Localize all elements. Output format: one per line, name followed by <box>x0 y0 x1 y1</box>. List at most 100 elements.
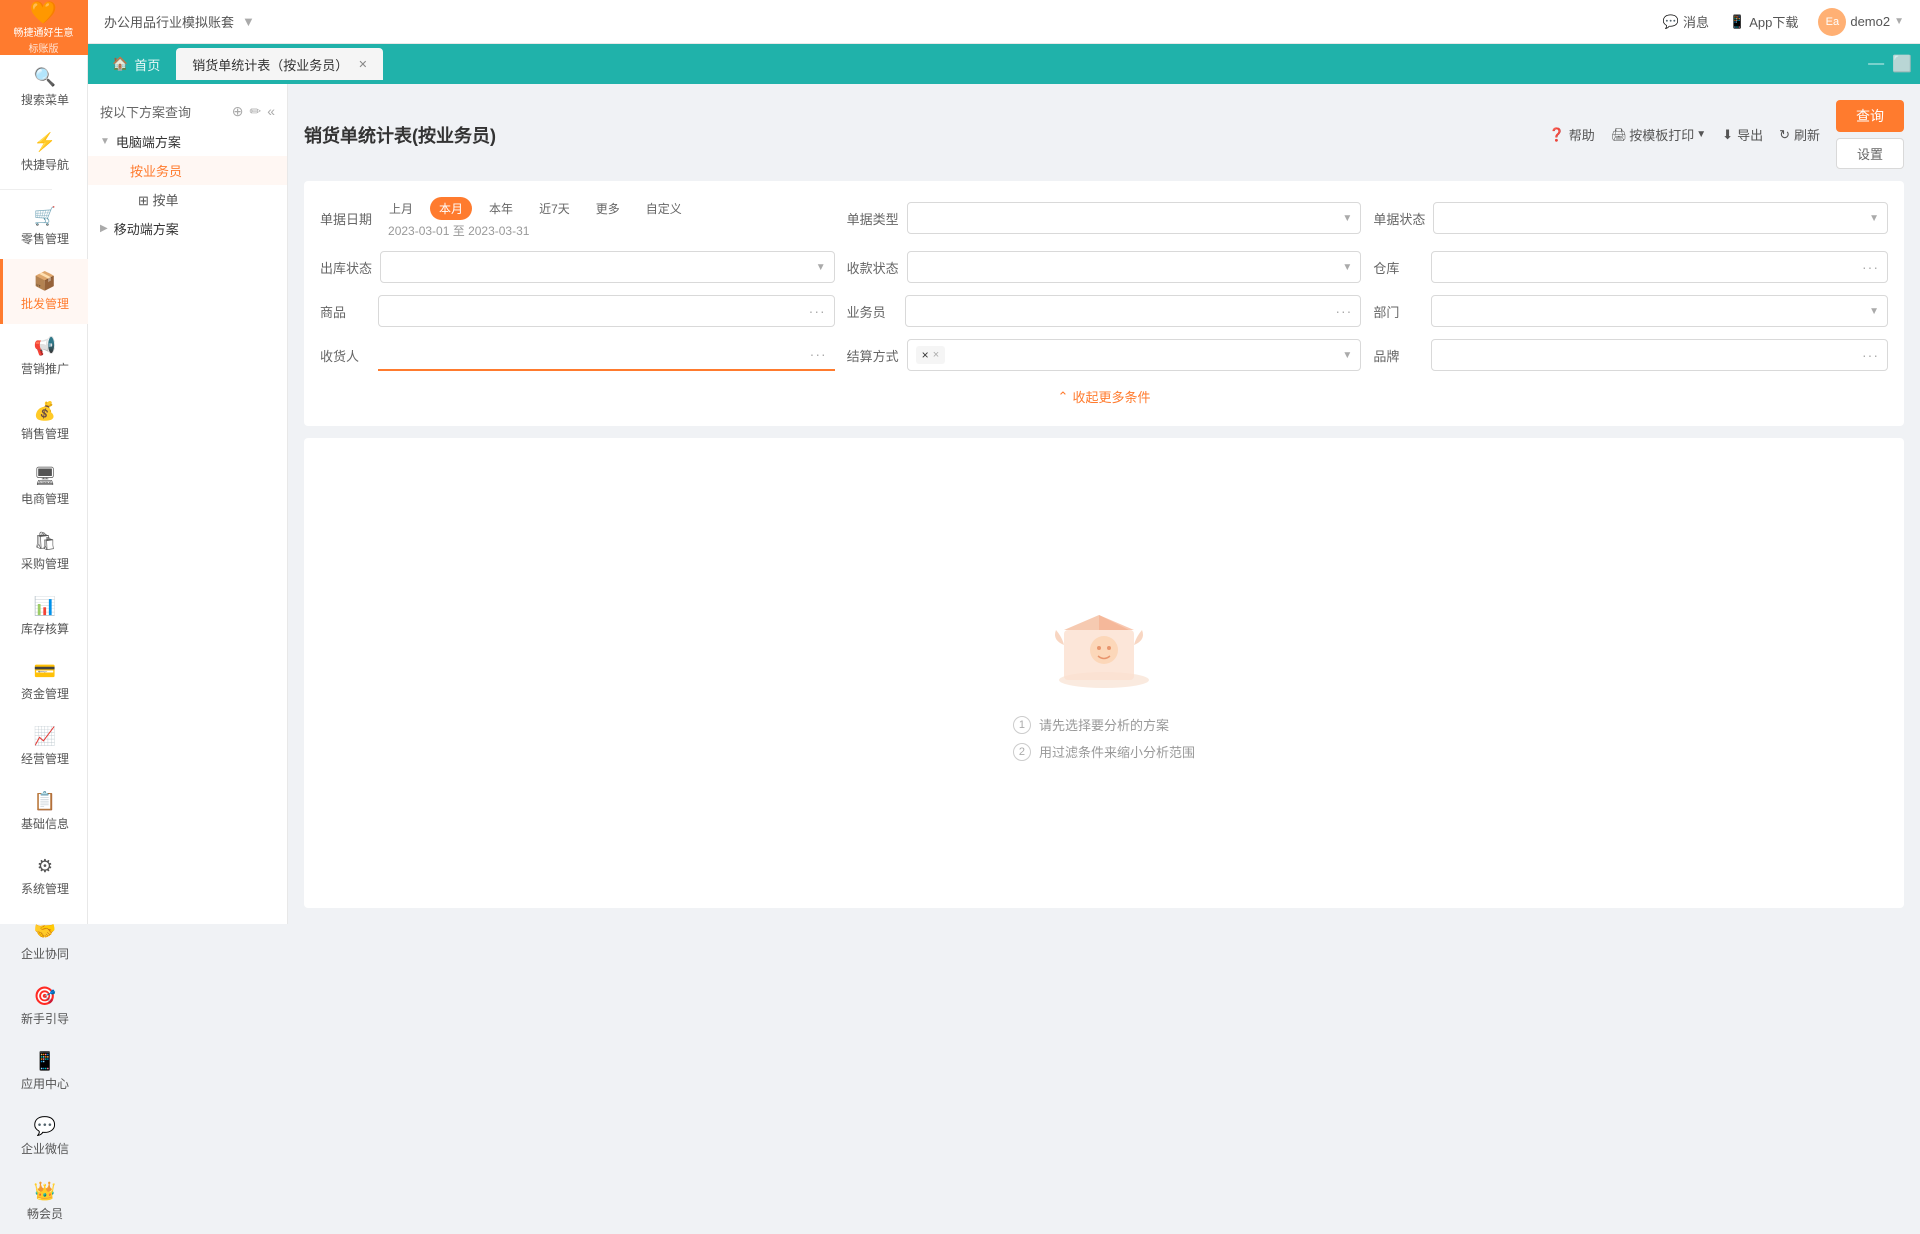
filter-warehouse: 仓库 ··· <box>1373 251 1888 283</box>
out-status-select[interactable]: ▼ <box>380 251 835 283</box>
collapse-button[interactable]: ⌃ 收起更多条件 <box>1054 383 1155 410</box>
by-salesperson-label: 按业务员 <box>130 161 182 180</box>
sidebar-item-search[interactable]: 🔍 搜索菜单 <box>0 55 88 120</box>
tree-child-by-order[interactable]: ⊞ 按单 <box>88 185 287 214</box>
sidebar-item-operations[interactable]: 📈 经营管理 <box>0 714 88 779</box>
refresh-button[interactable]: ↻ 刷新 <box>1779 125 1820 144</box>
window-maximize-button[interactable]: ⬜ <box>1892 54 1912 74</box>
date-control-group: 上月 本月 本年 近7天 更多 自定义 2023-03-01 至 2023-03… <box>380 197 835 239</box>
filter-brand: 品牌 ··· <box>1373 339 1888 371</box>
download-icon: 📱 <box>1729 14 1745 30</box>
doc-status-select[interactable]: ▼ <box>1433 202 1888 234</box>
sidebar-item-quick-nav[interactable]: ⚡ 快捷导航 <box>0 120 88 185</box>
sidebar-item-guide[interactable]: 🎯 新手引导 <box>0 974 88 1039</box>
warehouse-select[interactable]: ··· <box>1431 251 1888 283</box>
app-dropdown-icon[interactable]: ▼ <box>242 14 255 29</box>
sidebar-item-wholesale[interactable]: 📦 批发管理 <box>0 259 88 324</box>
logo-text: 畅捷通好生意 <box>14 28 74 40</box>
receiver-input[interactable]: ··· <box>378 339 835 371</box>
brand-dots-icon: ··· <box>1862 347 1879 363</box>
toggle-icon: ▼ <box>100 136 110 147</box>
tab-sales-report[interactable]: 销货单统计表（按业务员） ✕ <box>176 48 383 80</box>
sidebar-item-retail[interactable]: 🛒 零售管理 <box>0 194 88 259</box>
filter-row-1: 单据日期 上月 本月 本年 近7天 更多 自定义 2023-03-01 至 20… <box>320 197 1888 239</box>
sidebar-label-purchase: 采购管理 <box>21 555 69 572</box>
panel-collapse-button[interactable]: « <box>267 103 275 120</box>
hint-text-1: 请先选择要分析的方案 <box>1039 715 1169 734</box>
sidebar-item-ecommerce[interactable]: 🖥 电商管理 <box>0 454 88 519</box>
inventory-icon: 📊 <box>34 596 56 617</box>
tabbar: 🏠 首页 销货单统计表（按业务员） ✕ — ⬜ <box>88 44 1920 84</box>
content-area: 按以下方案查询 ⊕ ✏ « ▼ 电脑端方案 按业务员 ⊞ 按单 ▶ <box>88 84 1920 924</box>
dept-select[interactable]: ▼ <box>1431 295 1888 327</box>
sidebar-item-finance[interactable]: 💳 资金管理 <box>0 649 88 714</box>
sidebar-item-marketing[interactable]: 📢 营销推广 <box>0 324 88 389</box>
product-select[interactable]: ··· <box>378 295 835 327</box>
date-tab-prev-month[interactable]: 上月 <box>380 197 422 220</box>
topbar: 办公用品行业模拟账套 ▼ 💬 消息 📱 App下载 Ea demo2 ▼ <box>88 0 1920 44</box>
empty-state: 1 请先选择要分析的方案 2 用过滤条件来缩小分析范围 <box>304 438 1904 908</box>
filter-row-3: 商品 ··· 业务员 ··· 部门 <box>320 295 1888 327</box>
panel-add-button[interactable]: ⊕ <box>232 103 244 120</box>
panel-edit-button[interactable]: ✏ <box>249 103 261 120</box>
page-title: 销货单统计表(按业务员) <box>304 122 496 148</box>
export-button[interactable]: ⬇ 导出 <box>1722 125 1763 144</box>
pay-status-label: 收款状态 <box>847 258 899 277</box>
sidebar-logo[interactable]: 🧡 畅捷通好生意 标账版 <box>0 0 88 55</box>
sidebar-item-system[interactable]: ⚙ 系统管理 <box>0 844 88 909</box>
salesperson-select[interactable]: ··· <box>905 295 1362 327</box>
pay-status-select[interactable]: ▼ <box>907 251 1362 283</box>
home-icon: 🏠 <box>112 56 128 72</box>
settlement-select[interactable]: × × ▼ <box>907 339 1362 371</box>
tab-home[interactable]: 🏠 首页 <box>96 48 176 80</box>
sidebar-item-wechat[interactable]: 💬 企业微信 <box>0 1104 88 1169</box>
filter-row-4: 收货人 ··· 结算方式 × × ▼ <box>320 339 1888 371</box>
retail-icon: 🛒 <box>34 206 56 227</box>
help-button[interactable]: ❓ 帮助 <box>1549 125 1595 144</box>
salesperson-label: 业务员 <box>847 302 897 321</box>
current-app-name: 办公用品行业模拟账套 <box>104 12 234 31</box>
app-download-button[interactable]: 📱 App下载 <box>1729 12 1798 31</box>
date-tab-current-year[interactable]: 本年 <box>480 197 522 220</box>
sidebar-item-basics[interactable]: 📋 基础信息 <box>0 779 88 844</box>
sidebar-item-apps[interactable]: 📱 应用中心 <box>0 1039 88 1104</box>
window-minimize-button[interactable]: — <box>1868 55 1884 73</box>
empty-hint-1: 1 请先选择要分析的方案 <box>1013 715 1195 734</box>
tab-close-button[interactable]: ✕ <box>358 58 367 71</box>
filter-receiver: 收货人 ··· <box>320 339 835 371</box>
brand-select[interactable]: ··· <box>1431 339 1888 371</box>
query-button[interactable]: 查询 <box>1836 100 1904 132</box>
tree-node-desktop[interactable]: ▼ 电脑端方案 <box>88 127 287 156</box>
sidebar-item-enterprise[interactable]: 🤝 企业协同 <box>0 909 88 974</box>
filter-product: 商品 ··· <box>320 295 835 327</box>
print-label: 按模板打印 <box>1629 125 1694 144</box>
date-tab-more[interactable]: 更多 <box>587 197 629 220</box>
print-dropdown-arrow-icon: ▼ <box>1696 129 1706 140</box>
user-menu[interactable]: Ea demo2 ▼ <box>1818 8 1904 36</box>
doc-type-select[interactable]: ▼ <box>907 202 1362 234</box>
topbar-right: 💬 消息 📱 App下载 Ea demo2 ▼ <box>1663 8 1904 36</box>
message-button[interactable]: 💬 消息 <box>1663 12 1709 31</box>
sidebar-item-member[interactable]: 👑 畅会员 <box>0 1169 88 1234</box>
sidebar-item-inventory[interactable]: 📊 库存核算 <box>0 584 88 649</box>
settlement-tag-value: × <box>922 348 929 362</box>
date-tab-7days[interactable]: 近7天 <box>530 197 579 220</box>
settlement-tag-close-button[interactable]: × <box>933 349 939 361</box>
pay-status-arrow-icon: ▼ <box>1342 262 1352 273</box>
apps-icon: 📱 <box>34 1051 56 1072</box>
filter-area: 单据日期 上月 本月 本年 近7天 更多 自定义 2023-03-01 至 20… <box>304 181 1904 426</box>
settlement-tag: × × <box>916 346 945 364</box>
sidebar-item-sales[interactable]: 💰 销售管理 <box>0 389 88 454</box>
sidebar-item-purchase[interactable]: 🛍 采购管理 <box>0 519 88 584</box>
main-area: 办公用品行业模拟账套 ▼ 💬 消息 📱 App下载 Ea demo2 ▼ 🏠 首… <box>88 0 1920 924</box>
tree-node-mobile[interactable]: ▶ 移动端方案 <box>88 214 287 243</box>
purchase-icon: 🛍 <box>34 531 57 552</box>
tree-child-by-salesperson[interactable]: 按业务员 <box>88 156 287 185</box>
doc-status-label: 单据状态 <box>1373 209 1425 228</box>
date-tab-current-month[interactable]: 本月 <box>430 197 472 220</box>
date-label: 单据日期 <box>320 209 372 228</box>
settings-button[interactable]: 设置 <box>1836 138 1904 169</box>
date-tab-custom[interactable]: 自定义 <box>637 197 691 220</box>
print-button[interactable]: 🖨 按模板打印 ▼ <box>1611 125 1706 144</box>
logo-icon: 🧡 <box>30 0 57 26</box>
